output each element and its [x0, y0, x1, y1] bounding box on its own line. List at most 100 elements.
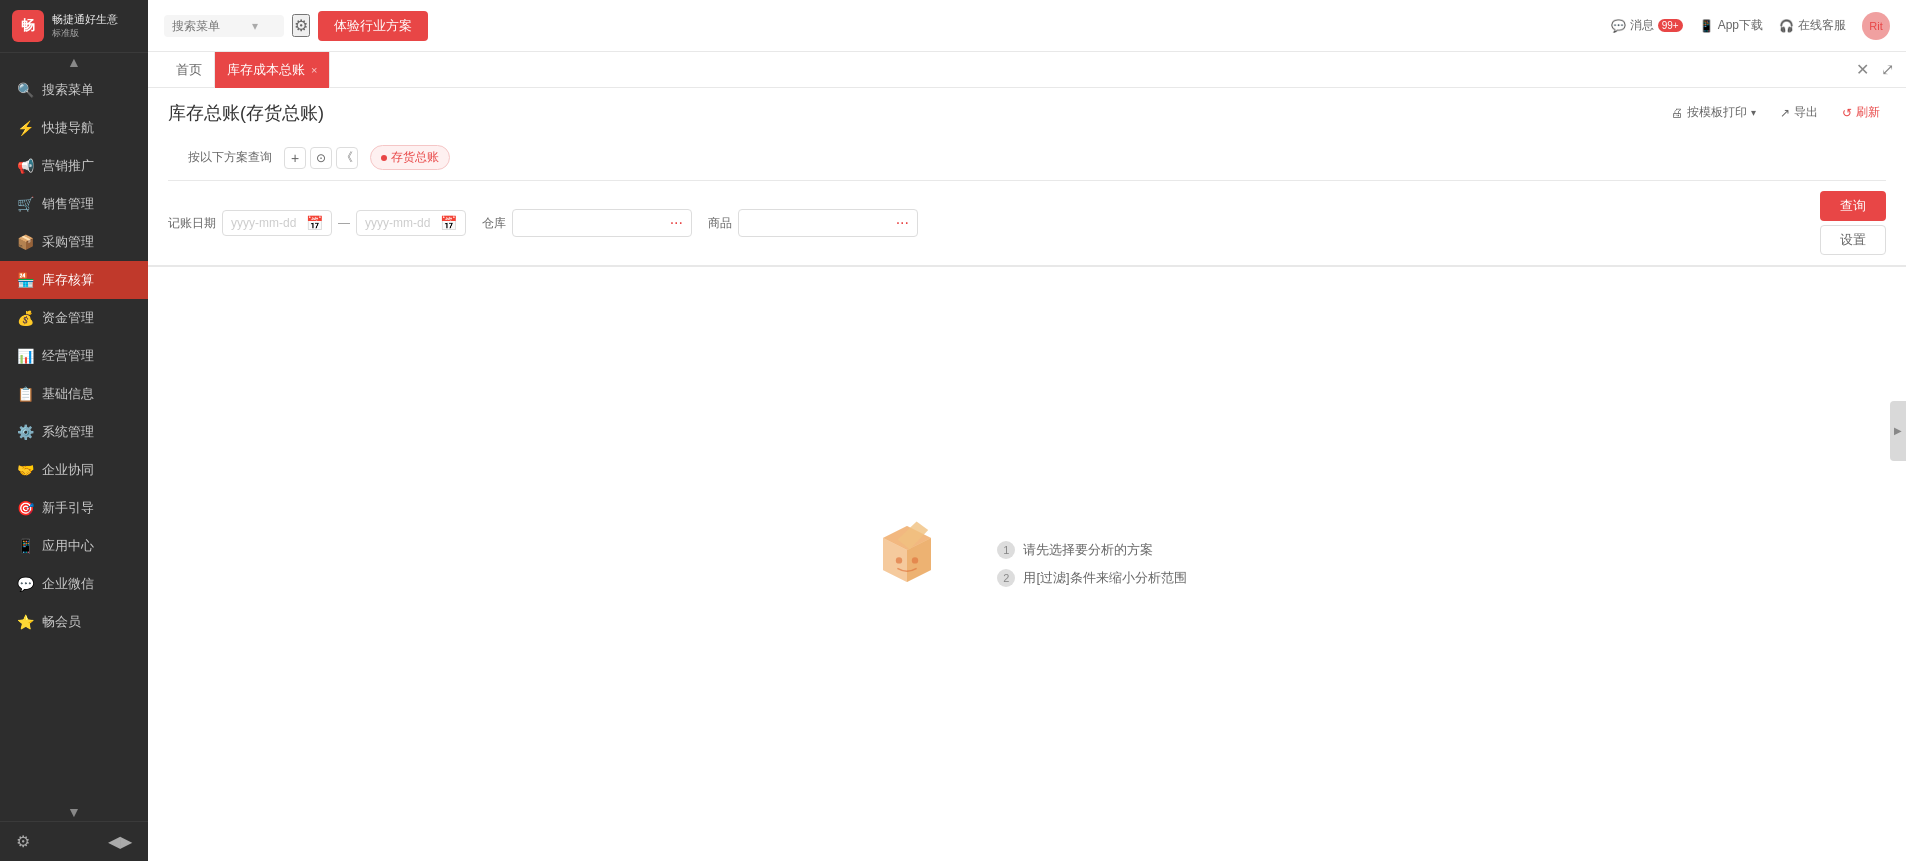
empty-state: 1 请先选择要分析的方案 2 用[过滤]条件来缩小分析范围 [148, 267, 1906, 861]
tab-home[interactable]: 首页 [164, 52, 215, 88]
tip-item-1: 1 请先选择要分析的方案 [997, 541, 1186, 559]
sidebar-item-marketing[interactable]: 📢 营销推广 [0, 147, 148, 185]
sidebar-item-inventory[interactable]: 🏪 库存核算 [0, 261, 148, 299]
app-name: 畅捷通好生意 标准版 [52, 12, 118, 40]
filter-collapse-btn[interactable]: ⊙ [310, 147, 332, 169]
sidebar-scroll-down[interactable]: ▼ [0, 803, 148, 821]
cooperation-icon: 🤝 [16, 461, 34, 479]
empty-tips: 1 请先选择要分析的方案 2 用[过滤]条件来缩小分析范围 [997, 541, 1186, 587]
main-area: ▾ ⚙ 体验行业方案 💬 消息 99+ 📱 App下载 🎧 在线客服 Rit [148, 0, 1906, 861]
empty-inner: 1 请先选择要分析的方案 2 用[过滤]条件来缩小分析范围 [867, 514, 1186, 614]
inventory-icon: 🏪 [16, 271, 34, 289]
svg-point-4 [896, 557, 902, 563]
sidebar-item-app-center[interactable]: 📱 应用中心 [0, 527, 148, 565]
sidebar-scroll-up[interactable]: ▲ [0, 53, 148, 71]
sidebar-item-finance[interactable]: 💰 资金管理 [0, 299, 148, 337]
filter-bar: 按以下方案查询 + ⊙ 《 存货总账 [168, 135, 1886, 181]
filter-add-btn[interactable]: + [284, 147, 306, 169]
print-dropdown-icon[interactable]: ▾ [1751, 107, 1756, 118]
app-logo: 畅 畅捷通好生意 标准版 [0, 0, 148, 53]
message-btn[interactable]: 💬 消息 99+ [1611, 17, 1683, 34]
purchase-icon: 📦 [16, 233, 34, 251]
filter-fold-btn[interactable]: 《 [336, 147, 358, 169]
industry-btn[interactable]: 体验行业方案 [318, 11, 428, 41]
panel-toggle-icon: ▶ [1894, 425, 1902, 436]
system-icon: ⚙️ [16, 423, 34, 441]
sidebar-item-quick-nav[interactable]: ⚡ 快捷导航 [0, 109, 148, 147]
scroll-down-btn[interactable]: ▼ [65, 803, 83, 821]
filter-fields: 记账日期 yyyy-mm-dd 📅 — yyyy-mm-dd 📅 仓库 ··· [148, 181, 1906, 267]
settings-btn[interactable]: 设置 [1820, 225, 1886, 255]
sidebar-item-new-guide[interactable]: 🎯 新手引导 [0, 489, 148, 527]
sidebar-item-sales[interactable]: 🛒 销售管理 [0, 185, 148, 223]
refresh-icon: ↺ [1842, 106, 1852, 120]
search-input[interactable] [172, 19, 252, 33]
new-guide-icon: 🎯 [16, 499, 34, 517]
marketing-icon: 📢 [16, 157, 34, 175]
filter-label: 按以下方案查询 [188, 149, 272, 166]
product-input[interactable]: ··· [738, 209, 918, 237]
print-icon: 🖨 [1671, 106, 1683, 120]
finance-icon: 💰 [16, 309, 34, 327]
operations-icon: 📊 [16, 347, 34, 365]
export-btn[interactable]: ↗ 导出 [1774, 100, 1824, 125]
box-svg [867, 514, 947, 594]
headset-icon: 🎧 [1779, 19, 1794, 33]
empty-illustration [867, 514, 967, 614]
page-actions: 🖨 按模板打印 ▾ ↗ 导出 ↺ 刷新 [1665, 100, 1886, 125]
search-btn[interactable]: 查询 [1820, 191, 1886, 221]
tab-close-icon[interactable]: × [311, 64, 317, 76]
tab-expand-btn[interactable]: ⤢ [1877, 58, 1898, 81]
tip-num-2: 2 [997, 569, 1015, 587]
right-panel-toggle[interactable]: ▶ [1890, 401, 1906, 461]
message-icon: 💬 [1611, 19, 1626, 33]
basic-info-icon: 📋 [16, 385, 34, 403]
sidebar-bottom: ⚙ ◀▶ [0, 821, 148, 861]
topbar-gear-btn[interactable]: ⚙ [292, 14, 310, 37]
sidebar-item-enterprise-wechat[interactable]: 💬 企业微信 [0, 565, 148, 603]
export-icon: ↗ [1780, 106, 1790, 120]
app-download-btn[interactable]: 📱 App下载 [1699, 17, 1763, 34]
print-btn[interactable]: 🖨 按模板打印 ▾ [1665, 100, 1762, 125]
sidebar-item-search[interactable]: 🔍 搜索菜单 [0, 71, 148, 109]
sidebar-item-operations[interactable]: 📊 经营管理 [0, 337, 148, 375]
schema-item[interactable]: 存货总账 [370, 145, 450, 170]
sidebar-item-purchase[interactable]: 📦 采购管理 [0, 223, 148, 261]
tip-item-2: 2 用[过滤]条件来缩小分析范围 [997, 569, 1186, 587]
enterprise-wechat-icon: 💬 [16, 575, 34, 593]
phone-icon: 📱 [1699, 19, 1714, 33]
search-dropdown-icon[interactable]: ▾ [252, 19, 258, 33]
warehouse-input[interactable]: ··· [512, 209, 692, 237]
sidebar: 畅 畅捷通好生意 标准版 ▲ 🔍 搜索菜单 ⚡ 快捷导航 📢 营销推广 🛒 销售… [0, 0, 148, 861]
user-avatar[interactable]: Rit [1862, 12, 1890, 40]
warehouse-label: 仓库 [482, 215, 506, 232]
tab-close-btn[interactable]: ✕ [1852, 58, 1873, 81]
topbar-left: ▾ ⚙ 体验行业方案 [164, 11, 428, 41]
page-title-row: 库存总账(存货总账) 🖨 按模板打印 ▾ ↗ 导出 ↺ 刷新 [168, 100, 1886, 135]
collapse-sidebar-icon[interactable]: ◀▶ [108, 832, 132, 851]
online-service-btn[interactable]: 🎧 在线客服 [1779, 17, 1846, 34]
product-field: 商品 ··· [708, 209, 918, 237]
tab-inventory-ledger[interactable]: 库存成本总账 × [215, 52, 330, 88]
product-more-icon[interactable]: ··· [896, 214, 909, 232]
logo-icon: 畅 [12, 10, 44, 42]
sidebar-item-basic-info[interactable]: 📋 基础信息 [0, 375, 148, 413]
schema-dot [381, 155, 387, 161]
calendar-end-icon[interactable]: 📅 [440, 215, 457, 231]
topbar-search-box[interactable]: ▾ [164, 15, 284, 37]
sidebar-item-cooperation[interactable]: 🤝 企业协同 [0, 451, 148, 489]
date-start-input[interactable]: yyyy-mm-dd 📅 [222, 210, 332, 236]
warehouse-more-icon[interactable]: ··· [670, 214, 683, 232]
sidebar-item-system[interactable]: ⚙️ 系统管理 [0, 413, 148, 451]
calendar-start-icon[interactable]: 📅 [306, 215, 323, 231]
filter-actions: + ⊙ 《 [284, 147, 358, 169]
settings-icon[interactable]: ⚙ [16, 832, 30, 851]
topbar-right: 💬 消息 99+ 📱 App下载 🎧 在线客服 Rit [1611, 12, 1890, 40]
date-separator: — [338, 216, 350, 230]
sidebar-item-member[interactable]: ⭐ 畅会员 [0, 603, 148, 641]
tabbar-right: ✕ ⤢ [1852, 58, 1906, 81]
refresh-btn[interactable]: ↺ 刷新 [1836, 100, 1886, 125]
date-end-input[interactable]: yyyy-mm-dd 📅 [356, 210, 466, 236]
page-title: 库存总账(存货总账) [168, 101, 324, 125]
scroll-up-btn[interactable]: ▲ [65, 53, 83, 71]
